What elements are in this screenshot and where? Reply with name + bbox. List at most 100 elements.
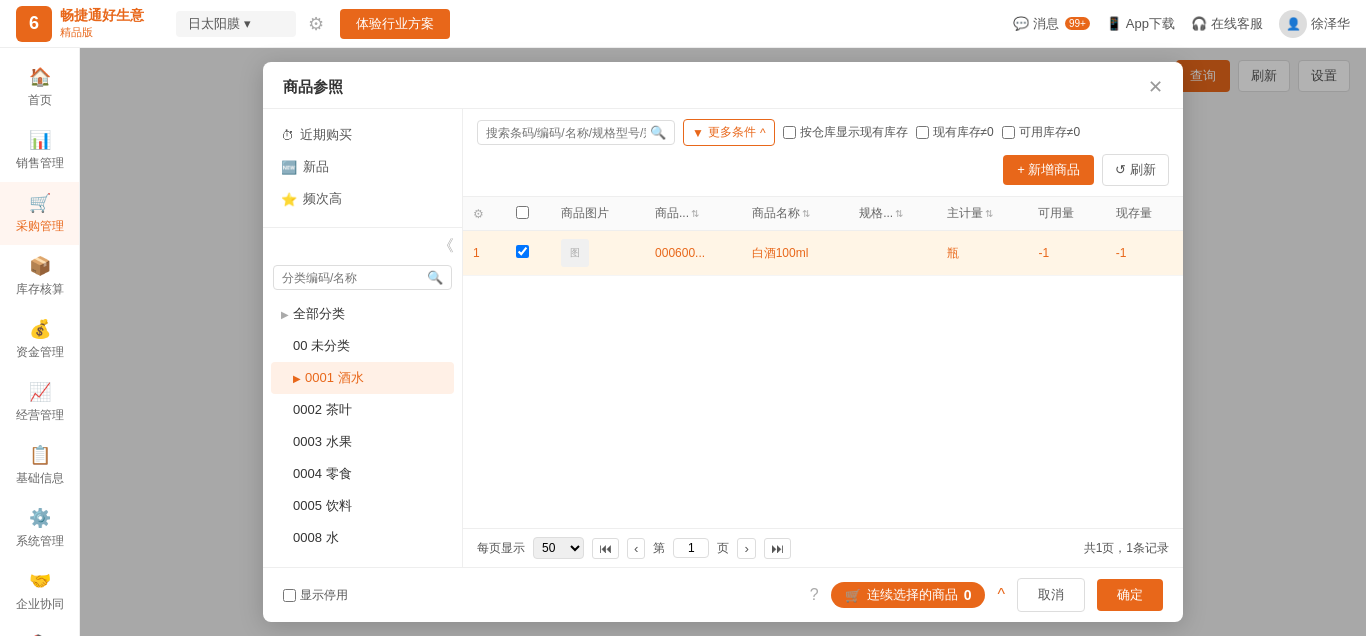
category-0003[interactable]: 0003 水果 — [271, 426, 454, 458]
product-search-box[interactable]: 🔍 — [477, 120, 675, 145]
star-icon: ⭐ — [281, 192, 297, 207]
product-table: ⚙ 商品图片 商品...⇅ 商品名称⇅ 规格...⇅ 主计量⇅ 可用量 现存量 — [463, 197, 1183, 276]
col-name[interactable]: 商品名称⇅ — [742, 197, 850, 231]
page-prev-btn[interactable]: ‹ — [627, 538, 645, 559]
category-00[interactable]: 00 未分类 — [271, 330, 454, 362]
category-all[interactable]: ▶ 全部分类 — [271, 298, 454, 330]
divider — [263, 227, 462, 228]
tab-frequent-label: 频次高 — [303, 190, 342, 208]
cell-unit: 瓶 — [937, 231, 1028, 276]
col-spec[interactable]: 规格...⇅ — [849, 197, 937, 231]
sidebar-item-guide[interactable]: 📚 新手引导 — [0, 623, 79, 636]
collapse-icon: ^ — [760, 126, 766, 140]
checkbox-available-input[interactable] — [1002, 126, 1015, 139]
tab-recent-label: 近期购买 — [300, 126, 352, 144]
cell-checkbox[interactable] — [506, 231, 552, 276]
page-word: 第 — [653, 540, 665, 557]
checkbox-available-label: 可用库存≠0 — [1019, 124, 1080, 141]
app-download-btn[interactable]: 📱 App下载 — [1106, 15, 1175, 33]
user-profile[interactable]: 👤 徐泽华 — [1279, 10, 1350, 38]
dialog-footer: 显示停用 ? 🛒 连续选择的商品 0 ^ 取消 确定 — [263, 567, 1183, 622]
tab-frequent[interactable]: ⭐ 频次高 — [271, 183, 454, 215]
cart-icon: 🛒 — [845, 588, 861, 603]
page-next-btn[interactable]: › — [737, 538, 755, 559]
page-last-btn[interactable]: ⏭ — [764, 538, 791, 559]
sidebar-label-home: 首页 — [28, 92, 52, 109]
add-product-btn[interactable]: + 新增商品 — [1003, 155, 1094, 185]
col-settings[interactable]: ⚙ — [463, 197, 506, 231]
category-0010[interactable]: 0010 家电 — [271, 554, 454, 557]
trial-btn[interactable]: 体验行业方案 — [340, 9, 450, 39]
category-0002[interactable]: 0002 茶叶 — [271, 394, 454, 426]
settings-icon[interactable]: ⚙ — [308, 13, 324, 35]
col-stock[interactable]: 现存量 — [1106, 197, 1183, 231]
sidebar-item-home[interactable]: 🏠 首页 — [0, 56, 79, 119]
sidebar-item-finance[interactable]: 💰 资金管理 — [0, 308, 79, 371]
select-all-checkbox[interactable] — [516, 206, 529, 219]
category-search-input[interactable] — [282, 271, 423, 285]
refresh-btn[interactable]: ↺ 刷新 — [1102, 154, 1169, 186]
row-checkbox[interactable] — [516, 245, 529, 258]
checkbox-current-stock[interactable]: 现有库存≠0 — [916, 124, 994, 141]
search-icon[interactable]: 🔍 — [427, 270, 443, 285]
col-image: 商品图片 — [551, 197, 645, 231]
page-first-btn[interactable]: ⏮ — [592, 538, 619, 559]
checkbox-current-input[interactable] — [916, 126, 929, 139]
search-btn-icon[interactable]: 🔍 — [650, 125, 666, 140]
messages-btn[interactable]: 💬 消息 99+ — [1013, 15, 1090, 33]
cancel-btn[interactable]: 取消 — [1017, 578, 1085, 612]
help-icon[interactable]: ? — [810, 586, 819, 604]
collapse-cart-icon[interactable]: ^ — [997, 586, 1005, 604]
gear-icon[interactable]: ⚙ — [473, 207, 484, 221]
tab-recent-purchase[interactable]: ⏱ 近期购买 — [271, 119, 454, 151]
store-dropdown[interactable]: 日太阳膜 ▾ — [176, 11, 296, 37]
online-service-btn[interactable]: 🎧 在线客服 — [1191, 15, 1263, 33]
sidebar-item-inventory[interactable]: 📦 库存核算 — [0, 245, 79, 308]
system-icon: ⚙️ — [29, 507, 51, 529]
category-0001[interactable]: ▶ 0001 酒水 — [271, 362, 454, 394]
messages-label: 消息 — [1033, 15, 1059, 33]
category-0008[interactable]: 0008 水 — [271, 522, 454, 554]
col-checkbox[interactable] — [506, 197, 552, 231]
checkbox-available-stock[interactable]: 可用库存≠0 — [1002, 124, 1080, 141]
show-disabled-input[interactable] — [283, 589, 296, 602]
checkbox-warehouse-stock[interactable]: 按仓库显示现有库存 — [783, 124, 908, 141]
page-number-input[interactable] — [673, 538, 709, 558]
inventory-icon: 📦 — [29, 255, 51, 277]
collapse-left-icon[interactable]: 《 — [438, 236, 454, 257]
col-code[interactable]: 商品...⇅ — [645, 197, 742, 231]
sidebar-item-sales[interactable]: 📊 销售管理 — [0, 119, 79, 182]
category-0004[interactable]: 0004 零食 — [271, 458, 454, 490]
table-row[interactable]: 1 图 000600... 白酒100ml 瓶 — [463, 231, 1183, 276]
filter-label: 更多条件 — [708, 124, 756, 141]
confirm-btn[interactable]: 确定 — [1097, 579, 1163, 611]
tab-new-product[interactable]: 🆕 新品 — [271, 151, 454, 183]
col-available[interactable]: 可用量 — [1028, 197, 1105, 231]
col-unit[interactable]: 主计量⇅ — [937, 197, 1028, 231]
sidebar-item-system[interactable]: ⚙️ 系统管理 — [0, 497, 79, 560]
sidebar-item-info[interactable]: 📋 基础信息 — [0, 434, 79, 497]
category-label: 0001 酒水 — [305, 369, 364, 387]
checkbox-warehouse-input[interactable] — [783, 126, 796, 139]
sidebar-label-sales: 销售管理 — [16, 155, 64, 172]
category-0005[interactable]: 0005 饮料 — [271, 490, 454, 522]
product-search-input[interactable] — [486, 126, 646, 140]
show-disabled-checkbox[interactable]: 显示停用 — [283, 587, 348, 604]
cell-image: 图 — [551, 231, 645, 276]
headset-icon: 🎧 — [1191, 16, 1207, 31]
sidebar-item-business[interactable]: 📈 经营管理 — [0, 371, 79, 434]
category-search-box[interactable]: 🔍 — [273, 265, 452, 290]
clock-icon: ⏱ — [281, 128, 294, 143]
close-icon[interactable]: ✕ — [1148, 76, 1163, 98]
cart-summary-btn[interactable]: 🛒 连续选择的商品 0 — [831, 582, 986, 608]
checkbox-current-label: 现有库存≠0 — [933, 124, 994, 141]
category-label: 0008 水 — [293, 529, 339, 547]
per-page-label: 每页显示 — [477, 540, 525, 557]
sidebar-item-coop[interactable]: 🤝 企业协同 — [0, 560, 79, 623]
sidebar-label-business: 经营管理 — [16, 407, 64, 424]
more-filter-btn[interactable]: ▼ 更多条件 ^ — [683, 119, 775, 146]
cell-code: 000600... — [645, 231, 742, 276]
new-icon: 🆕 — [281, 160, 297, 175]
sidebar-item-purchase[interactable]: 🛒 采购管理 — [0, 182, 79, 245]
per-page-select[interactable]: 50 100 200 — [533, 537, 584, 559]
